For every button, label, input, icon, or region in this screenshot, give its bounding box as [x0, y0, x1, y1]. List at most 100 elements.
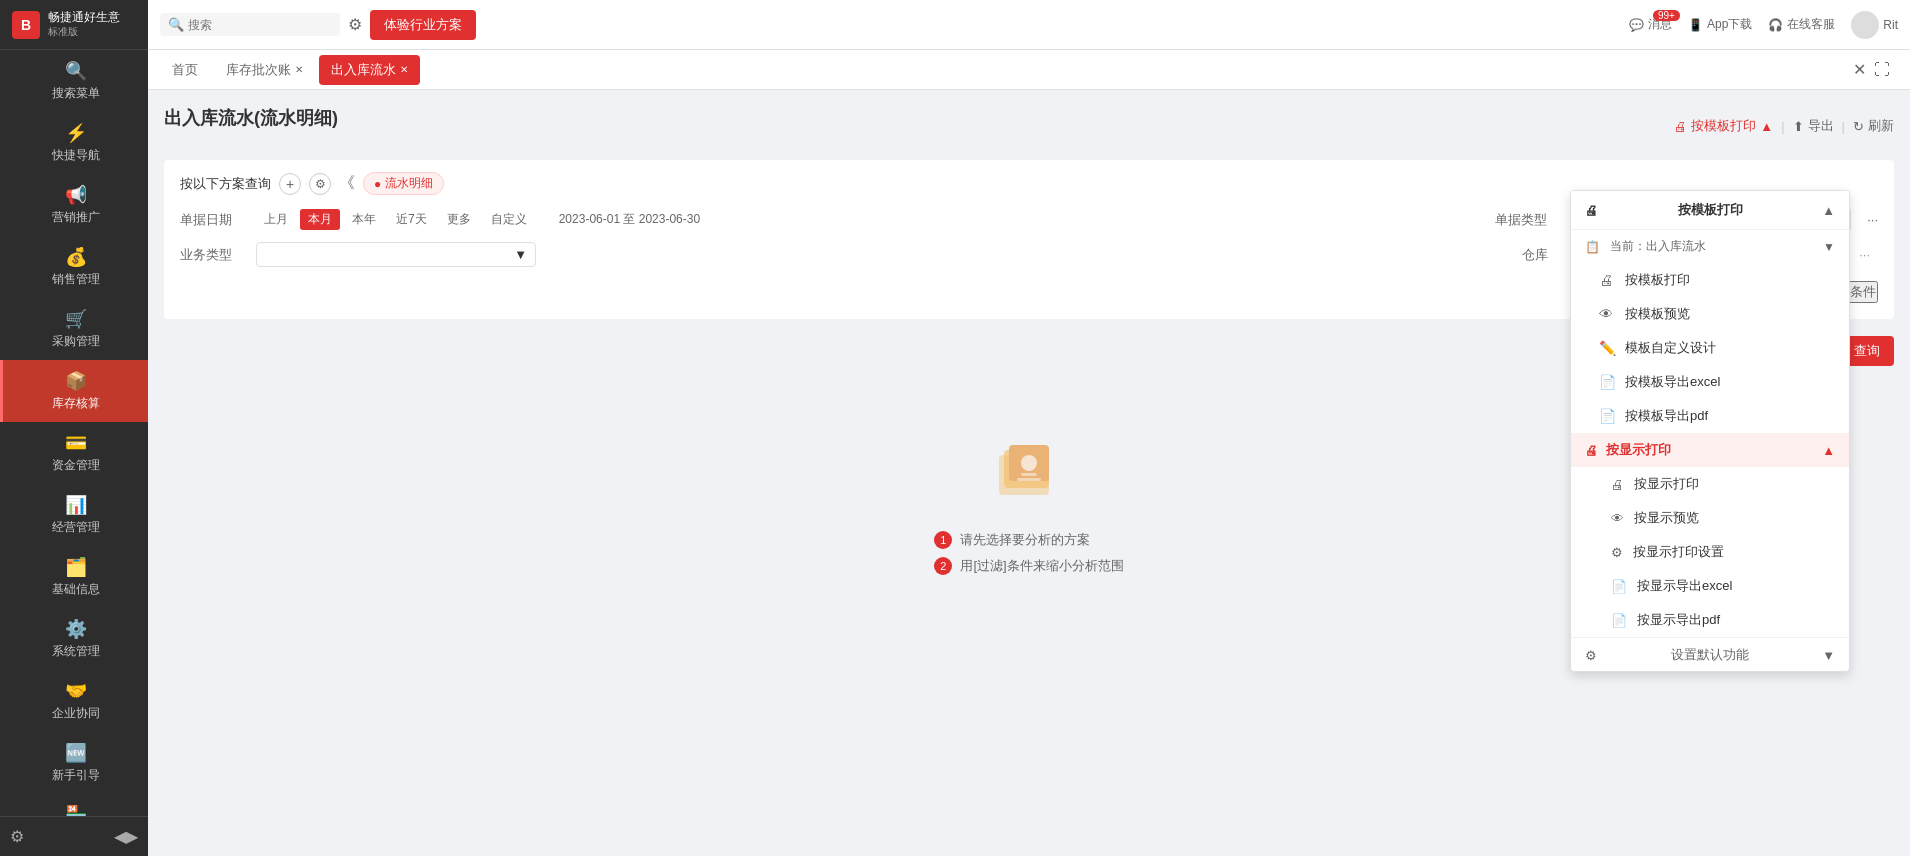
- tab-close-flow[interactable]: ✕: [400, 64, 408, 75]
- sidebar-item-purchase[interactable]: 🛒采购管理: [0, 298, 148, 360]
- dropdown-item-template-print[interactable]: 🖨按模板打印: [1571, 263, 1849, 297]
- filter-add-btn[interactable]: +: [279, 173, 301, 195]
- tab-flow[interactable]: 出入库流水✕: [319, 55, 420, 85]
- export-btn[interactable]: ⬆ 导出: [1793, 117, 1834, 135]
- inventory-icon: 📦: [65, 370, 87, 392]
- receipt-type-label: 单据类型: [1495, 211, 1555, 229]
- dropdown-item-template-export-excel[interactable]: 📄按模板导出excel: [1571, 365, 1849, 399]
- refresh-btn[interactable]: ↻ 刷新: [1853, 117, 1894, 135]
- biz-type-label: 业务类型: [180, 246, 240, 264]
- sidebar-item-label: 系统管理: [52, 643, 100, 660]
- dropdown-item-display-preview[interactable]: 👁按显示预览: [1571, 501, 1849, 535]
- display-preview-label: 按显示预览: [1634, 509, 1699, 527]
- date-opt-本月[interactable]: 本月: [300, 209, 340, 230]
- sidebar-item-guide[interactable]: 🆕新手引导: [0, 732, 148, 794]
- close-icon: ✕: [1853, 60, 1866, 79]
- sidebar-collapse-icon[interactable]: ◀▶: [114, 827, 138, 846]
- export-label: 导出: [1808, 117, 1834, 135]
- receipt-type-more-icon[interactable]: ···: [1867, 212, 1878, 227]
- sidebar-item-search[interactable]: 🔍搜索菜单: [0, 50, 148, 112]
- date-opt-上月[interactable]: 上月: [256, 209, 296, 230]
- topbar-search-box[interactable]: 🔍: [160, 13, 340, 36]
- sidebar-item-appcenter[interactable]: 🏪应用中心: [0, 794, 148, 816]
- current-template-icon: 📋: [1585, 240, 1600, 254]
- message-icon: 💬: [1629, 18, 1644, 32]
- template-custom-icon: ✏️: [1599, 340, 1615, 356]
- sidebar-item-quicknav[interactable]: ⚡快捷导航: [0, 112, 148, 174]
- svg-rect-4: [1021, 473, 1037, 476]
- collab-icon: 🤝: [65, 680, 87, 702]
- section-print-icon: 🖨: [1585, 443, 1598, 458]
- date-options: 上月本月本年近7天更多自定义: [256, 209, 535, 230]
- display-export-pdf-icon: 📄: [1611, 613, 1627, 628]
- dropdown-header-chevron-icon[interactable]: ▲: [1822, 203, 1835, 218]
- maximize-icon: ⛶: [1874, 61, 1890, 79]
- tab-close-batch[interactable]: ✕: [295, 64, 303, 75]
- main-area: 🔍 ⚙ 体验行业方案 💬 消息 99+ 📱 App下载 🎧 在线客服 Rit: [148, 0, 1910, 856]
- dropdown-item-display-export-excel[interactable]: 📄按显示导出excel: [1571, 569, 1849, 603]
- dropdown-panel: 🖨 按模板打印 ▲ 📋 当前：出入库流水 ▼ 🖨按模板打印👁按模板预览✏️模板自…: [1570, 190, 1850, 672]
- tab-home[interactable]: 首页: [160, 55, 210, 85]
- dropdown-item-display-print[interactable]: 🖨按显示打印: [1571, 467, 1849, 501]
- basic-icon: 🗂️: [65, 556, 87, 578]
- sidebar-item-inventory[interactable]: 📦库存核算: [0, 360, 148, 422]
- user-avatar-area[interactable]: Rit: [1851, 11, 1898, 39]
- template-custom-label: 模板自定义设计: [1625, 339, 1716, 357]
- page-title: 出入库流水(流水明细): [164, 106, 338, 130]
- user-name: Rit: [1883, 18, 1898, 32]
- dropdown-item-template-preview[interactable]: 👁按模板预览: [1571, 297, 1849, 331]
- dropdown-item-template-export-pdf[interactable]: 📄按模板导出pdf: [1571, 399, 1849, 433]
- warehouse-more-icon[interactable]: ···: [1859, 247, 1870, 262]
- dropdown-footer[interactable]: ⚙ 设置默认功能 ▼: [1571, 637, 1849, 671]
- search-icon: 🔍: [168, 17, 184, 32]
- guide-icon: 🆕: [65, 742, 87, 764]
- settings-default-label: 设置默认功能: [1671, 646, 1749, 664]
- sidebar-item-system[interactable]: ⚙️ 系统管理: [0, 608, 148, 670]
- online-service-btn[interactable]: 🎧 在线客服: [1768, 16, 1835, 33]
- step-label-1: 请先选择要分析的方案: [960, 531, 1090, 549]
- date-opt-近7天[interactable]: 近7天: [388, 209, 435, 230]
- search-input[interactable]: [188, 18, 308, 32]
- sidebar-item-label: 采购管理: [52, 333, 100, 350]
- message-btn[interactable]: 💬 消息 99+: [1629, 16, 1672, 33]
- headset-icon: 🎧: [1768, 18, 1783, 32]
- sidebar-item-collab[interactable]: 🤝企业协同: [0, 670, 148, 732]
- sidebar-item-marketing[interactable]: 📢营销推广: [0, 174, 148, 236]
- sidebar-settings-icon[interactable]: ⚙: [10, 827, 24, 846]
- refresh-label: 刷新: [1868, 117, 1894, 135]
- system-icon: ⚙️: [65, 618, 87, 640]
- biz-type-select[interactable]: ▼: [256, 242, 536, 267]
- tab-close-all[interactable]: ✕ ⛶: [1853, 60, 1890, 79]
- sidebar-item-operation[interactable]: 📊经营管理: [0, 484, 148, 546]
- industry-btn[interactable]: 体验行业方案: [370, 10, 476, 40]
- date-opt-更多[interactable]: 更多: [439, 209, 479, 230]
- dropdown-item-display-export-pdf[interactable]: 📄按显示导出pdf: [1571, 603, 1849, 637]
- filter-tag[interactable]: ● 流水明细: [363, 172, 444, 195]
- sidebar: B 畅捷通好生意 标准版 🔍搜索菜单⚡快捷导航📢营销推广💰销售管理🛒采购管理📦库…: [0, 0, 148, 856]
- sidebar-item-basic[interactable]: 🗂️基础信息: [0, 546, 148, 608]
- filter-collapse-icon[interactable]: 《: [339, 173, 355, 194]
- sidebar-item-sales[interactable]: 💰销售管理: [0, 236, 148, 298]
- sidebar-item-label: 营销推广: [52, 209, 100, 226]
- dropdown-items-top: 🖨按模板打印👁按模板预览 ✏️ 模板自定义设计 📄按模板导出excel📄按模板导出pd…: [1571, 263, 1849, 433]
- tab-batch[interactable]: 库存批次账✕: [214, 55, 315, 85]
- app-download-icon: 📱: [1688, 18, 1703, 32]
- dropdown-print-icon: 🖨: [1585, 203, 1598, 218]
- filter-settings-btn[interactable]: ⚙: [309, 173, 331, 195]
- date-opt-自定义[interactable]: 自定义: [483, 209, 535, 230]
- appcenter-icon: 🏪: [65, 804, 87, 816]
- print-btn[interactable]: 🖨 按模板打印 ▲: [1674, 117, 1773, 135]
- sidebar-item-label: 经营管理: [52, 519, 100, 536]
- section-label: 🖨 按显示打印: [1585, 441, 1671, 459]
- dropdown-title: 按模板打印: [1678, 201, 1743, 219]
- sidebar-item-finance[interactable]: 💳资金管理: [0, 422, 148, 484]
- date-opt-本年[interactable]: 本年: [344, 209, 384, 230]
- sidebar-menu: 🔍搜索菜单⚡快捷导航📢营销推广💰销售管理🛒采购管理📦库存核算💳资金管理📊经营管理…: [0, 50, 148, 816]
- dropdown-section-header[interactable]: 🖨 按显示打印 ▲: [1571, 433, 1849, 467]
- dropdown-item-template-custom[interactable]: ✏️ 模板自定义设计: [1571, 331, 1849, 365]
- quicknav-icon: ⚡: [65, 122, 87, 144]
- app-download-btn[interactable]: 📱 App下载: [1688, 16, 1752, 33]
- topbar-gear-icon[interactable]: ⚙: [348, 15, 362, 34]
- svg-point-3: [1021, 455, 1037, 471]
- dropdown-item-display-print-settings[interactable]: ⚙按显示打印设置: [1571, 535, 1849, 569]
